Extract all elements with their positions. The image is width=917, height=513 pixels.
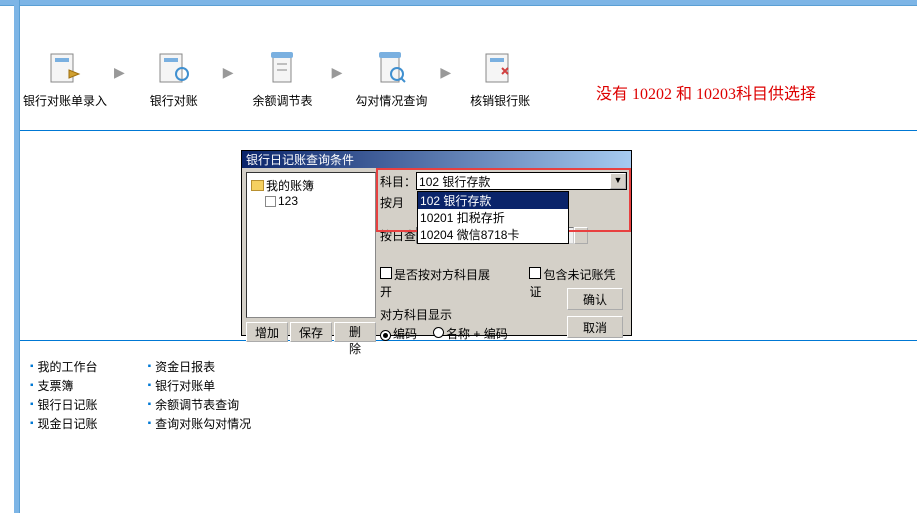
tree-child-label: 123	[278, 194, 298, 208]
bullet-icon: ▪	[30, 399, 34, 410]
link-daily-report[interactable]: ▪资金日报表	[148, 358, 252, 375]
radio-icon	[380, 330, 391, 341]
bullet-icon: ▪	[30, 361, 34, 372]
dropdown-item[interactable]: 102 银行存款	[418, 192, 568, 209]
bullet-icon: ▪	[148, 380, 152, 391]
checkbox-icon	[380, 267, 392, 279]
delete-button[interactable]: 删除	[334, 322, 376, 342]
link-balance-query[interactable]: ▪余额调节表查询	[148, 396, 252, 413]
tree-root-label: 我的账簿	[266, 177, 314, 194]
annotation-text: 没有 10202 和 10203科目供选择	[596, 80, 816, 104]
subject-row: 科目： 102 银行存款 ▼ 102 银行存款 10201 扣税存折 10204…	[380, 172, 627, 190]
bank-recon-icon	[154, 50, 194, 86]
right-pane: 科目： 102 银行存款 ▼ 102 银行存款 10201 扣税存折 10204…	[380, 172, 627, 342]
tool-label: 银行对账单录入	[23, 92, 107, 109]
dropdown-item[interactable]: 10204 微信8718卡	[418, 226, 568, 243]
subject-combo[interactable]: 102 银行存款 ▼ 102 银行存款 10201 扣税存折 10204 微信8…	[416, 172, 627, 190]
checkbox-icon	[529, 267, 541, 279]
main-toolbar: 银行对账单录入 ▶ 银行对账 ▶ 余额调节表 ▶ 勾对情况查询 ▶ 核销银行账	[20, 50, 545, 109]
footer-col-1: ▪我的工作台 ▪支票簿 ▪银行日记账 ▪现金日记账	[30, 358, 98, 432]
subject-value: 102 银行存款	[419, 173, 610, 190]
tool-balance-sheet[interactable]: 余额调节表	[238, 50, 328, 109]
add-button[interactable]: 增加	[246, 322, 288, 342]
link-workbench[interactable]: ▪我的工作台	[30, 358, 98, 375]
query-dialog: 银行日记账查询条件 我的账簿 123 增加 保存 删除	[241, 150, 632, 336]
bydate-label: 按日查	[380, 227, 416, 244]
dialog-body: 我的账簿 123 增加 保存 删除 科目： 102 银行存款 ▼	[242, 168, 631, 346]
bullet-icon: ▪	[148, 361, 152, 372]
tree-root[interactable]: 我的账簿	[251, 177, 371, 194]
date-picker-icon[interactable]	[574, 227, 588, 244]
subject-label: 科目：	[380, 173, 416, 190]
tool-writeoff[interactable]: 核销银行账	[455, 50, 545, 109]
app-top-border	[0, 0, 917, 6]
tool-label: 余额调节表	[253, 92, 313, 109]
dialog-titlebar[interactable]: 银行日记账查询条件	[242, 151, 631, 168]
footer-col-2: ▪资金日报表 ▪银行对账单 ▪余额调节表查询 ▪查询对账勾对情况	[148, 358, 252, 432]
bymonth-label: 按月	[380, 194, 404, 211]
ok-button[interactable]: 确认	[567, 288, 623, 310]
link-match-query[interactable]: ▪查询对账勾对情况	[148, 415, 252, 432]
arrow-icon: ▶	[110, 64, 129, 81]
tool-bank-import[interactable]: 银行对账单录入	[20, 50, 110, 109]
left-buttons: 增加 保存 删除	[246, 322, 376, 342]
dialog-title: 银行日记账查询条件	[246, 151, 354, 168]
arrow-icon: ▶	[219, 64, 238, 81]
writeoff-icon	[480, 50, 520, 86]
link-bank-journal[interactable]: ▪银行日记账	[30, 396, 98, 413]
tree-child[interactable]: 123	[251, 194, 371, 208]
balance-icon	[263, 50, 303, 86]
folder-icon	[251, 180, 264, 191]
bullet-icon: ▪	[148, 399, 152, 410]
arrow-icon: ▶	[328, 64, 347, 81]
dropdown-item[interactable]: 10201 扣税存折	[418, 209, 568, 226]
combo-dropdown-button[interactable]: ▼	[610, 173, 626, 189]
tool-bank-recon[interactable]: 银行对账	[129, 50, 219, 109]
tool-label: 勾对情况查询	[355, 92, 427, 109]
footer-links: ▪我的工作台 ▪支票簿 ▪银行日记账 ▪现金日记账 ▪资金日报表 ▪银行对账单 …	[30, 358, 251, 432]
doc-icon	[265, 196, 276, 207]
link-checkbook[interactable]: ▪支票簿	[30, 377, 98, 394]
bullet-icon: ▪	[30, 380, 34, 391]
radio-code[interactable]: 编码	[380, 325, 417, 342]
bullet-icon: ▪	[148, 418, 152, 429]
save-button[interactable]: 保存	[290, 322, 332, 342]
link-cash-journal[interactable]: ▪现金日记账	[30, 415, 98, 432]
link-bank-statement[interactable]: ▪银行对账单	[148, 377, 252, 394]
query-icon	[371, 50, 411, 86]
arrow-icon: ▶	[436, 64, 455, 81]
cancel-button[interactable]: 取消	[567, 316, 623, 338]
check-expand[interactable]: 是否按对方科目展开	[380, 266, 501, 300]
radio-icon	[433, 327, 444, 338]
divider-top	[20, 130, 917, 131]
subject-dropdown: 102 银行存款 10201 扣税存折 10204 微信8718卡	[417, 191, 569, 244]
tool-label: 银行对账	[150, 92, 198, 109]
action-buttons: 确认 取消	[567, 288, 623, 338]
account-tree[interactable]: 我的账簿 123	[246, 172, 376, 318]
tool-label: 核销银行账	[470, 92, 530, 109]
bullet-icon: ▪	[30, 418, 34, 429]
tool-match-query[interactable]: 勾对情况查询	[346, 50, 436, 109]
left-pane: 我的账簿 123 增加 保存 删除	[246, 172, 376, 342]
radio-name-code[interactable]: 名称 + 编码	[433, 325, 508, 342]
bank-doc-icon	[45, 50, 85, 86]
